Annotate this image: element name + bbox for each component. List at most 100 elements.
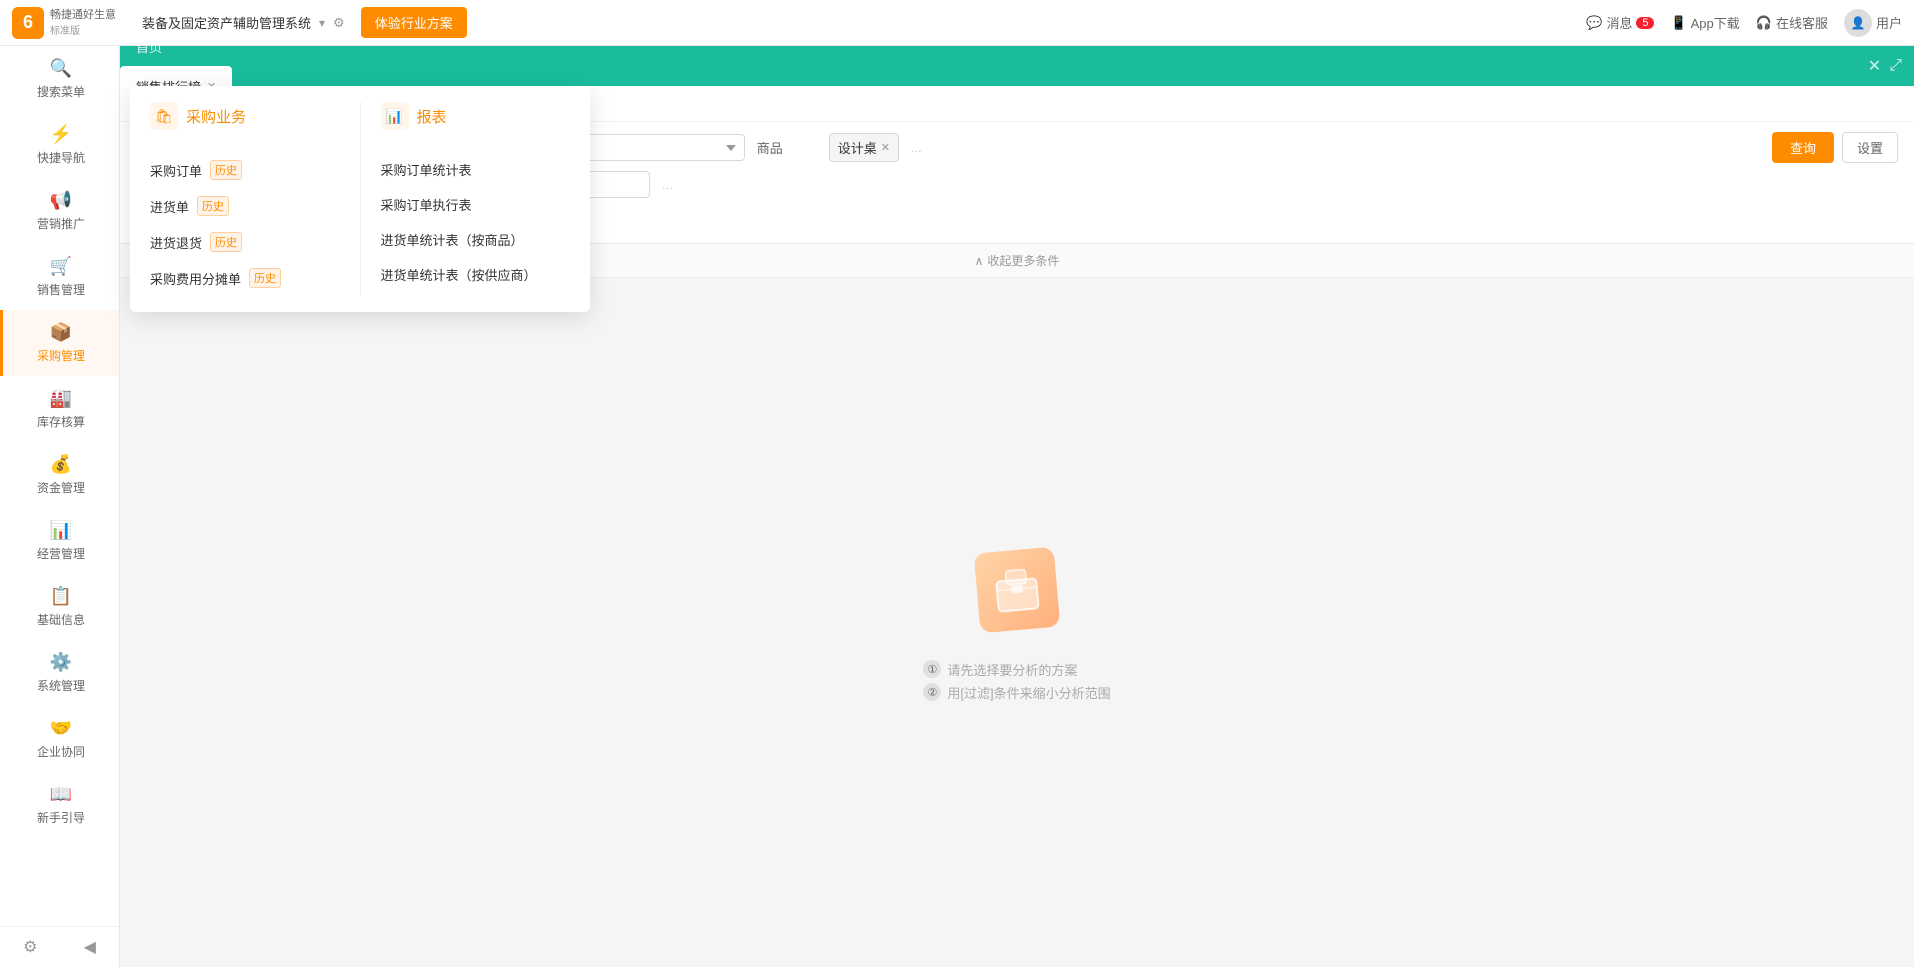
dropdown-item-进货单统计表按供应商[interactable]: 进货单统计表（按供应商） (381, 257, 571, 292)
dropdown-item-进货退货[interactable]: 进货退货历史 (150, 224, 340, 260)
sidebar-item-system[interactable]: ⚙️ 系统管理 (0, 640, 119, 706)
item-label: 采购订单执行表 (381, 195, 472, 214)
system-icon: ⚙️ (50, 652, 72, 673)
tip-num-2: ② (923, 683, 941, 701)
sidebar-item-basic-info[interactable]: 📋 基础信息 (0, 574, 119, 640)
sidebar-item-guide[interactable]: 📖 新手引导 (0, 772, 119, 838)
goods-tag-close[interactable]: ✕ (881, 141, 890, 154)
sidebar-item-enterprise[interactable]: 🤝 企业协同 (0, 706, 119, 772)
sidebar-label-operations: 经营管理 (37, 545, 85, 562)
system-title-area: 装备及固定资产辅助管理系统 ▾ ⚙ 体验行业方案 (132, 7, 1586, 38)
settings-button[interactable]: 设置 (1842, 132, 1898, 163)
sidebar-item-sales[interactable]: 🛒 销售管理 (0, 244, 119, 310)
filter-actions: 查询 设置 (1772, 132, 1898, 163)
online-service-item[interactable]: 🎧 在线客服 (1756, 13, 1828, 32)
sidebar-label-inventory: 库存核算 (37, 413, 85, 430)
inventory-icon: 🏭 (50, 388, 72, 409)
query-button[interactable]: 查询 (1772, 132, 1834, 163)
sidebar-bottom: ⚙ ◀ (0, 926, 119, 967)
maximize-icon[interactable]: ⤢ (1889, 57, 1902, 75)
history-badge: 历史 (210, 232, 242, 252)
sidebar-label-system: 系统管理 (37, 677, 85, 694)
report-col-title: 报表 (417, 106, 447, 127)
tip-num-1: ① (923, 660, 941, 678)
dropdown-item-采购订单[interactable]: 采购订单历史 (150, 152, 340, 188)
collapse-up-icon: ∧ (975, 254, 984, 268)
tab-bar: 首页销售排行榜✕ ✕ ⤢ (120, 46, 1914, 86)
purchase-dropdown: 🛍 采购业务 采购订单历史进货单历史进货退货历史采购费用分摊单历史 📊 报表 采… (130, 86, 590, 312)
user-item[interactable]: 👤 用户 (1844, 9, 1902, 37)
goods-label: 商品 (757, 138, 817, 157)
sidebar-label-quick-nav: 快捷导航 (37, 149, 85, 166)
sidebar-item-purchase[interactable]: 📦 采购管理 (0, 310, 119, 376)
item-label: 进货单统计表（按商品） (381, 230, 524, 249)
collapse-btn[interactable]: ∧ 收起更多条件 (975, 252, 1060, 269)
phone-icon: 📱 (1670, 15, 1686, 31)
sidebar-label-enterprise: 企业协同 (37, 743, 85, 760)
sidebar-label-guide: 新手引导 (37, 809, 85, 826)
chevron-down-icon[interactable]: ▾ (319, 16, 325, 30)
solution-button[interactable]: 体验行业方案 (361, 7, 467, 38)
dropdown-item-采购费用分摊单[interactable]: 采购费用分摊单历史 (150, 260, 340, 296)
dropdown-item-进货单[interactable]: 进货单历史 (150, 188, 340, 224)
sidebar-items: 🔍 搜索菜单 ⚡ 快捷导航 📢 营销推广 🛒 销售管理 📦 采购管理 🏭 库存核… (0, 46, 119, 838)
purchase-col-icon: 🛍 (150, 102, 178, 130)
item-label: 采购费用分摊单 (150, 269, 241, 288)
dropdown-col-report-header: 📊 报表 (381, 102, 571, 138)
sidebar: 🔍 搜索菜单 ⚡ 快捷导航 📢 营销推广 🛒 销售管理 📦 采购管理 🏭 库存核… (0, 46, 120, 967)
sidebar-label-sales: 销售管理 (37, 281, 85, 298)
sales-icon: 🛒 (50, 256, 72, 277)
message-item[interactable]: 💬 消息 5 (1586, 13, 1654, 32)
sidebar-item-inventory[interactable]: 🏭 库存核算 (0, 376, 119, 442)
header-right: 💬 消息 5 📱 App下载 🎧 在线客服 👤 用户 (1586, 9, 1902, 37)
salesperson-dots: ... (662, 177, 673, 192)
app-download-label: App下载 (1691, 13, 1740, 32)
tab-home[interactable]: 首页 (120, 46, 232, 66)
voucher-status-select[interactable] (585, 134, 745, 161)
history-badge: 历史 (210, 160, 242, 180)
message-label: 消息 (1606, 13, 1632, 32)
goods-dots: ... (911, 140, 922, 155)
dropdown-item-进货单统计表按商品[interactable]: 进货单统计表（按商品） (381, 222, 571, 257)
avatar: 👤 (1844, 9, 1872, 37)
dropdown-col-report: 📊 报表 采购订单统计表采购订单执行表进货单统计表（按商品） 进货单统计表（按供应… (360, 102, 591, 296)
item-label: 采购订单统计表 (381, 160, 472, 179)
system-title-text: 装备及固定资产辅助管理系统 (142, 13, 311, 32)
dropdown-item-采购订单统计表[interactable]: 采购订单统计表 (381, 152, 571, 187)
empty-tips: ① 请先选择要分析的方案 ② 用[过滤]条件来缩小分析范围 (923, 656, 1110, 706)
settings-icon[interactable]: ⚙ (23, 937, 37, 957)
item-label: 进货单统计表（按供应商） (381, 265, 537, 284)
close-window-icon[interactable]: ✕ (1868, 56, 1881, 76)
goods-tag: 设计桌 ✕ (829, 133, 899, 162)
item-label: 采购订单 (150, 161, 202, 180)
empty-illustration (967, 540, 1067, 640)
logo-icon: 6 (12, 7, 44, 39)
purchase-col-title: 采购业务 (186, 106, 246, 127)
empty-tip-1: ① 请先选择要分析的方案 (923, 660, 1110, 679)
app-download-item[interactable]: 📱 App下载 (1670, 13, 1739, 32)
marketing-icon: 📢 (50, 190, 72, 211)
purchase-icon: 📦 (50, 322, 72, 343)
tip-text-2: 用[过滤]条件来缩小分析范围 (947, 683, 1110, 702)
sidebar-label-basic-info: 基础信息 (37, 611, 85, 628)
user-label: 用户 (1876, 13, 1902, 32)
operations-icon: 📊 (50, 520, 72, 541)
quick-nav-icon: ⚡ (50, 124, 72, 145)
empty-tip-2: ② 用[过滤]条件来缩小分析范围 (923, 683, 1110, 702)
sidebar-item-marketing[interactable]: 📢 营销推广 (0, 178, 119, 244)
item-label: 进货退货 (150, 233, 202, 252)
finance-icon: 💰 (50, 454, 72, 475)
sidebar-item-operations[interactable]: 📊 经营管理 (0, 508, 119, 574)
dropdown-item-采购订单执行表[interactable]: 采购订单执行表 (381, 187, 571, 222)
online-service-label: 在线客服 (1776, 13, 1828, 32)
system-settings-icon[interactable]: ⚙ (333, 15, 345, 31)
sidebar-label-purchase: 采购管理 (37, 347, 85, 364)
logo-brand: 畅捷通好生意 (50, 8, 116, 22)
collapse-sidebar-icon[interactable]: ◀ (84, 937, 96, 957)
headset-icon: 🎧 (1756, 15, 1772, 31)
report-col-icon: 📊 (381, 102, 409, 130)
logo-area: 6 畅捷通好生意 标准版 (12, 7, 132, 39)
sidebar-item-finance[interactable]: 💰 资金管理 (0, 442, 119, 508)
sidebar-item-search[interactable]: 🔍 搜索菜单 (0, 46, 119, 112)
sidebar-item-quick-nav[interactable]: ⚡ 快捷导航 (0, 112, 119, 178)
